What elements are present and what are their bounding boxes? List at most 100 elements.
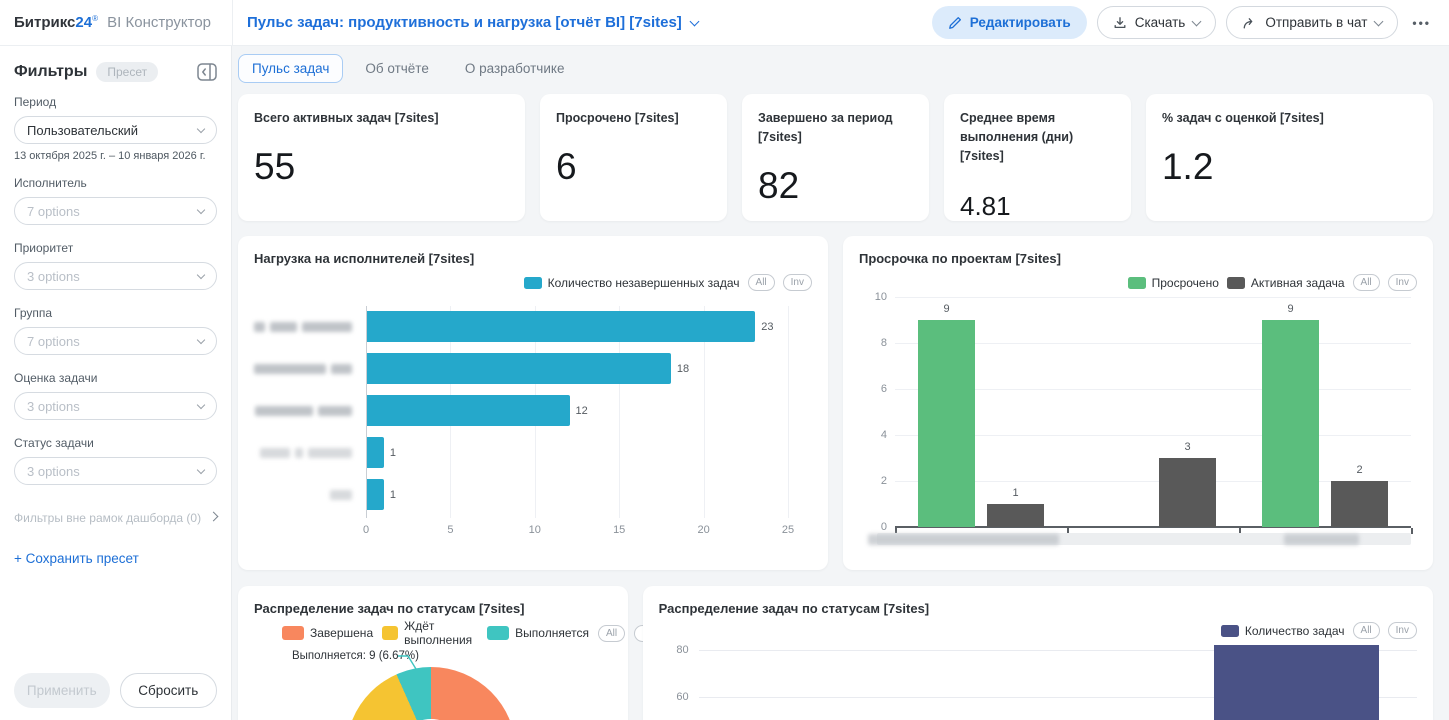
gridline — [895, 297, 1411, 298]
preset-badge[interactable]: Пресет — [96, 62, 159, 82]
filters-panel: Фильтры Пресет Период Пользовательский 1… — [0, 46, 232, 720]
x-axis-tick-label: 15 — [613, 524, 626, 536]
status-donut-chart[interactable] — [346, 667, 516, 720]
legend-swatch — [382, 626, 399, 640]
y-axis-tick-label: 80 — [676, 644, 689, 656]
kpi-value: 4.81 — [959, 191, 1011, 222]
kpi-card-rated-pct: % задач с оценкой [7sites] 1.2 — [1145, 94, 1433, 221]
collapse-panel-icon — [197, 63, 217, 81]
outer-filters-link[interactable]: Фильтры вне рамок дашборда (0) — [14, 511, 219, 525]
bar-overdue-by-project[interactable] — [987, 504, 1044, 527]
group-select[interactable]: 7 options — [14, 327, 217, 355]
x-axis-tick-label: 25 — [781, 524, 795, 536]
more-options-button[interactable]: ••• — [1408, 12, 1435, 34]
y-axis-tick-label: 8 — [880, 337, 887, 349]
gridline — [788, 306, 789, 518]
redacted-text — [260, 447, 290, 458]
bar-value-label: 1 — [389, 488, 396, 501]
kpi-value: 1.2 — [1161, 145, 1214, 187]
period-range-note: 13 октября 2025 г. – 10 января 2026 г. — [14, 150, 206, 162]
legend-item[interactable]: Выполняется — [487, 626, 589, 640]
legend-all-button[interactable]: All — [747, 274, 775, 291]
assignee-select[interactable]: 7 options — [14, 197, 217, 225]
legend-item[interactable]: Количество задач — [1220, 624, 1345, 638]
bar-value-label: 23 — [761, 320, 774, 333]
x-axis-tick-label: 10 — [528, 524, 541, 536]
redacted-text — [254, 363, 326, 374]
tab-about-developer[interactable]: О разработчике — [451, 54, 579, 83]
redacted-text — [308, 447, 352, 458]
chevron-down-icon — [196, 270, 206, 279]
tab-about-report[interactable]: Об отчёте — [351, 54, 442, 83]
bar-value-label: 2 — [1356, 464, 1363, 476]
kpi-card-avg-time: Среднее время выполнения (дни) [7sites] … — [943, 94, 1131, 222]
tab-task-pulse[interactable]: Пульс задач — [238, 54, 344, 83]
edit-button[interactable]: Редактировать — [931, 6, 1087, 39]
kpi-value: 6 — [556, 145, 577, 187]
legend-all-button[interactable]: All — [597, 624, 626, 642]
legend-swatch — [1127, 276, 1146, 289]
redacted-label — [254, 311, 352, 342]
task-status-select[interactable]: 3 options — [14, 457, 217, 485]
legend-item[interactable]: Ждёт выполнения — [382, 619, 478, 647]
x-axis-tick-label: 0 — [362, 524, 370, 536]
x-axis-tick — [1411, 528, 1413, 534]
y-axis-tick-label: 0 — [880, 521, 887, 533]
redacted-label — [254, 353, 352, 384]
bar-value-label: 18 — [676, 362, 690, 375]
chart-title: Нагрузка на исполнителей [7sites] — [254, 251, 475, 266]
priority-select[interactable]: 3 options — [14, 262, 217, 290]
legend-inv-button[interactable]: Inv — [782, 274, 812, 291]
period-select[interactable]: Пользовательский — [14, 116, 217, 144]
bar-workload[interactable] — [367, 437, 384, 468]
chevron-right-icon — [208, 511, 219, 522]
overdue-grouped-bar-chart: 10 8 6 4 2 0 9 1 3 9 2 — [859, 291, 1419, 553]
redacted-text — [270, 321, 298, 332]
legend-swatch — [282, 626, 304, 640]
x-axis-tick-label: 20 — [697, 524, 710, 536]
page-title: Пульс задач: продуктивность и нагрузка [… — [247, 14, 682, 31]
legend-swatch — [1220, 624, 1239, 637]
legend-all-button[interactable]: All — [1352, 274, 1380, 291]
bar-status-bar[interactable] — [1214, 645, 1380, 720]
legend-all-button[interactable]: All — [1352, 622, 1380, 639]
bar-overdue-by-project[interactable] — [1262, 320, 1319, 527]
bar-workload[interactable] — [367, 353, 671, 384]
status-bar-chart: 80 60 — [659, 642, 1417, 720]
send-to-chat-button[interactable]: Отправить в чат — [1226, 6, 1399, 39]
bar-overdue-by-project[interactable] — [918, 320, 975, 527]
redacted-label — [254, 479, 352, 510]
download-icon — [1114, 16, 1126, 28]
reset-button[interactable]: Сбросить — [119, 673, 217, 708]
save-preset-link[interactable]: + Сохранить пресет — [14, 551, 217, 566]
legend-item[interactable]: Просрочено — [1127, 276, 1219, 290]
bar-overdue-by-project[interactable] — [1331, 481, 1388, 527]
chevron-down-icon — [1191, 16, 1202, 26]
legend-item[interactable]: Количество незавершенных задач — [523, 276, 740, 290]
redacted-text — [318, 405, 352, 416]
collapse-panel-button[interactable] — [197, 63, 217, 81]
legend-item[interactable]: Активная задача — [1226, 276, 1345, 290]
report-title-dropdown[interactable]: Пульс задач: продуктивность и нагрузка [… — [232, 0, 932, 45]
legend-inv-button[interactable]: Inv — [1387, 274, 1417, 291]
bar-workload[interactable] — [367, 479, 384, 510]
redacted-text — [255, 405, 313, 416]
y-axis-tick-label: 2 — [880, 475, 887, 487]
bar-overdue-by-project[interactable] — [1159, 458, 1216, 527]
legend-item[interactable]: Завершена — [282, 626, 373, 640]
chevron-down-icon — [689, 16, 700, 26]
chevron-down-icon — [196, 335, 206, 344]
bar-value-label: 9 — [943, 303, 950, 315]
apply-button[interactable]: Применить — [14, 673, 110, 708]
download-button[interactable]: Скачать — [1096, 6, 1217, 39]
redacted-label — [254, 437, 352, 468]
redacted-text — [254, 321, 266, 332]
chart-title: Распределение задач по статусам [7sites] — [254, 601, 525, 616]
task-rating-select[interactable]: 3 options — [14, 392, 217, 420]
bar-workload[interactable] — [367, 395, 570, 426]
chart-workload-card: Нагрузка на исполнителей [7sites] Количе… — [238, 236, 828, 570]
legend-inv-button[interactable]: Inv — [1387, 622, 1417, 639]
bar-workload[interactable] — [367, 311, 756, 342]
field-label: Приоритет — [14, 241, 74, 255]
y-axis-tick-label: 6 — [880, 383, 887, 395]
